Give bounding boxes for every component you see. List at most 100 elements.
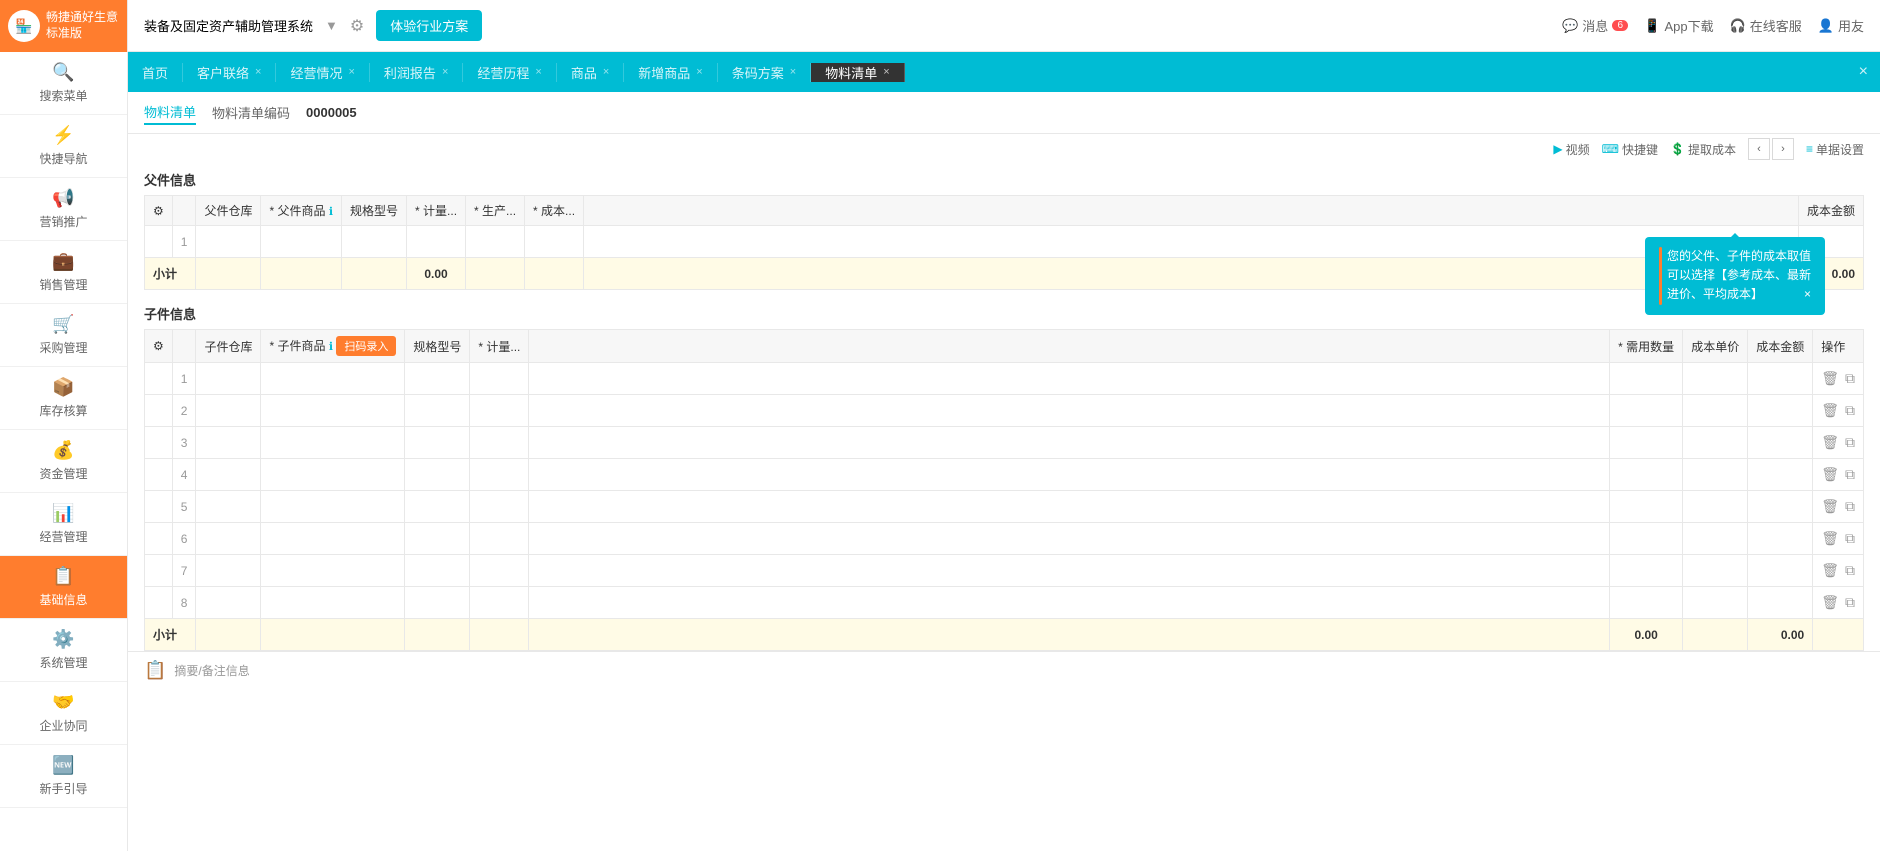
tab-close-barcode[interactable]: × (790, 66, 796, 78)
child-row3-delete-icon[interactable]: 🗑 (1821, 434, 1839, 451)
tooltip-close-icon[interactable]: × (1804, 285, 1811, 304)
child-row3-needed-qty[interactable] (1610, 427, 1683, 459)
child-row7-cost-price[interactable] (1683, 555, 1748, 587)
child-row7-warehouse[interactable] (196, 555, 261, 587)
child-row3-goods[interactable] (261, 427, 405, 459)
child-row5-goods[interactable] (261, 491, 405, 523)
tab-operation_history[interactable]: 经营历程× (463, 63, 556, 82)
toolbar-video[interactable]: ▶ 视频 (1553, 141, 1589, 158)
child-row8-copy-icon[interactable]: ⧉ (1845, 594, 1855, 611)
child-row2-unit[interactable] (470, 395, 529, 427)
child-row8-spec[interactable] (405, 587, 470, 619)
online-service-item[interactable]: 🎧 在线客服 (1730, 16, 1802, 35)
tab-goods[interactable]: 商品× (557, 63, 624, 82)
parent-row1-unit[interactable] (407, 226, 466, 258)
sidebar-item-quicknav[interactable]: ⚡快捷导航 (0, 115, 127, 178)
child-row1-goods[interactable] (261, 363, 405, 395)
child-row1-unit[interactable] (470, 363, 529, 395)
sidebar-item-basic[interactable]: 📋基础信息 (0, 556, 127, 619)
trial-button[interactable]: 体验行业方案 (376, 10, 482, 41)
child-row8-warehouse[interactable] (196, 587, 261, 619)
child-row7-needed-qty[interactable] (1610, 555, 1683, 587)
child-row7-unit[interactable] (470, 555, 529, 587)
child-row8-delete-icon[interactable]: 🗑 (1821, 594, 1839, 611)
tab-close-customer[interactable]: × (255, 66, 261, 78)
child-row2-needed-qty[interactable] (1610, 395, 1683, 427)
tab-customer[interactable]: 客户联络× (183, 63, 276, 82)
sidebar-item-sales[interactable]: 💼销售管理 (0, 241, 127, 304)
message-item[interactable]: 💬 消息 6 (1562, 16, 1628, 35)
sidebar-item-operation[interactable]: 📊经营管理 (0, 493, 127, 556)
child-row5-needed-qty[interactable] (1610, 491, 1683, 523)
child-row4-needed-qty[interactable] (1610, 459, 1683, 491)
child-row4-goods[interactable] (261, 459, 405, 491)
child-row8-cost-price[interactable] (1683, 587, 1748, 619)
child-row3-unit[interactable] (470, 427, 529, 459)
child-row6-warehouse[interactable] (196, 523, 261, 555)
child-row3-cost-price[interactable] (1683, 427, 1748, 459)
child-row5-warehouse[interactable] (196, 491, 261, 523)
child-row3-warehouse[interactable] (196, 427, 261, 459)
child-row2-warehouse[interactable] (196, 395, 261, 427)
nav-next[interactable]: › (1772, 138, 1794, 160)
tab-close-operation_history[interactable]: × (535, 66, 541, 78)
child-row7-copy-icon[interactable]: ⧉ (1845, 562, 1855, 579)
child-row8-unit[interactable] (470, 587, 529, 619)
toolbar-cost[interactable]: 💲 提取成本 (1670, 141, 1736, 158)
parent-row1-warehouse[interactable] (196, 226, 261, 258)
parent-th-gear[interactable]: ⚙ (145, 196, 173, 226)
child-row6-unit[interactable] (470, 523, 529, 555)
settings-icon[interactable]: ⚙ (350, 16, 364, 36)
sidebar-item-purchase[interactable]: 🛒采购管理 (0, 304, 127, 367)
child-row2-delete-icon[interactable]: 🗑 (1821, 402, 1839, 419)
child-th-gear[interactable]: ⚙ (145, 330, 173, 363)
child-row1-spec[interactable] (405, 363, 470, 395)
sidebar-item-marketing[interactable]: 📢营销推广 (0, 178, 127, 241)
toolbar-settings[interactable]: ≡ 单据设置 (1806, 141, 1864, 158)
child-row5-cost-price[interactable] (1683, 491, 1748, 523)
child-row6-cost-price[interactable] (1683, 523, 1748, 555)
child-row7-spec[interactable] (405, 555, 470, 587)
tab-bom[interactable]: 物料清单× (811, 63, 904, 82)
parent-row1-cost[interactable] (525, 226, 584, 258)
child-row5-unit[interactable] (470, 491, 529, 523)
child-row5-copy-icon[interactable]: ⧉ (1845, 498, 1855, 515)
tab-close-new_goods[interactable]: × (696, 66, 702, 78)
tab-close-bom[interactable]: × (883, 66, 889, 78)
child-row5-spec[interactable] (405, 491, 470, 523)
child-row6-copy-icon[interactable]: ⧉ (1845, 530, 1855, 547)
tab-operation_status[interactable]: 经营情况× (276, 63, 369, 82)
child-row2-copy-icon[interactable]: ⧉ (1845, 402, 1855, 419)
child-row4-cost-price[interactable] (1683, 459, 1748, 491)
child-row3-spec[interactable] (405, 427, 470, 459)
child-row2-spec[interactable] (405, 395, 470, 427)
child-row6-spec[interactable] (405, 523, 470, 555)
tab-barcode[interactable]: 条码方案× (718, 63, 811, 82)
tab-close-goods[interactable]: × (603, 66, 609, 78)
child-row4-delete-icon[interactable]: 🗑 (1821, 466, 1839, 483)
child-row8-needed-qty[interactable] (1610, 587, 1683, 619)
sidebar-item-inventory[interactable]: 📦库存核算 (0, 367, 127, 430)
child-row4-copy-icon[interactable]: ⧉ (1845, 466, 1855, 483)
parent-row1-goods[interactable] (261, 226, 342, 258)
child-row2-goods[interactable] (261, 395, 405, 427)
child-row3-copy-icon[interactable]: ⧉ (1845, 434, 1855, 451)
sidebar-item-finance[interactable]: 💰资金管理 (0, 430, 127, 493)
tab-new_goods[interactable]: 新增商品× (624, 63, 717, 82)
child-row6-delete-icon[interactable]: 🗑 (1821, 530, 1839, 547)
tab-nav-close[interactable]: × (1847, 63, 1880, 81)
tab-close-profit_report[interactable]: × (442, 66, 448, 78)
nav-prev[interactable]: ‹ (1748, 138, 1770, 160)
sidebar-item-collab[interactable]: 🤝企业协同 (0, 682, 127, 745)
child-row6-needed-qty[interactable] (1610, 523, 1683, 555)
sidebar-item-search[interactable]: 🔍搜索菜单 (0, 52, 127, 115)
sidebar-item-system[interactable]: ⚙️系统管理 (0, 619, 127, 682)
child-row1-warehouse[interactable] (196, 363, 261, 395)
tab-profit_report[interactable]: 利润报告× (370, 63, 463, 82)
app-download-item[interactable]: 📱 App下载 (1644, 16, 1713, 35)
user-item[interactable]: 👤 用友 (1818, 16, 1864, 35)
parent-row1-spec[interactable] (342, 226, 407, 258)
child-row4-spec[interactable] (405, 459, 470, 491)
tab-home[interactable]: 首页 (128, 63, 183, 82)
child-row4-unit[interactable] (470, 459, 529, 491)
